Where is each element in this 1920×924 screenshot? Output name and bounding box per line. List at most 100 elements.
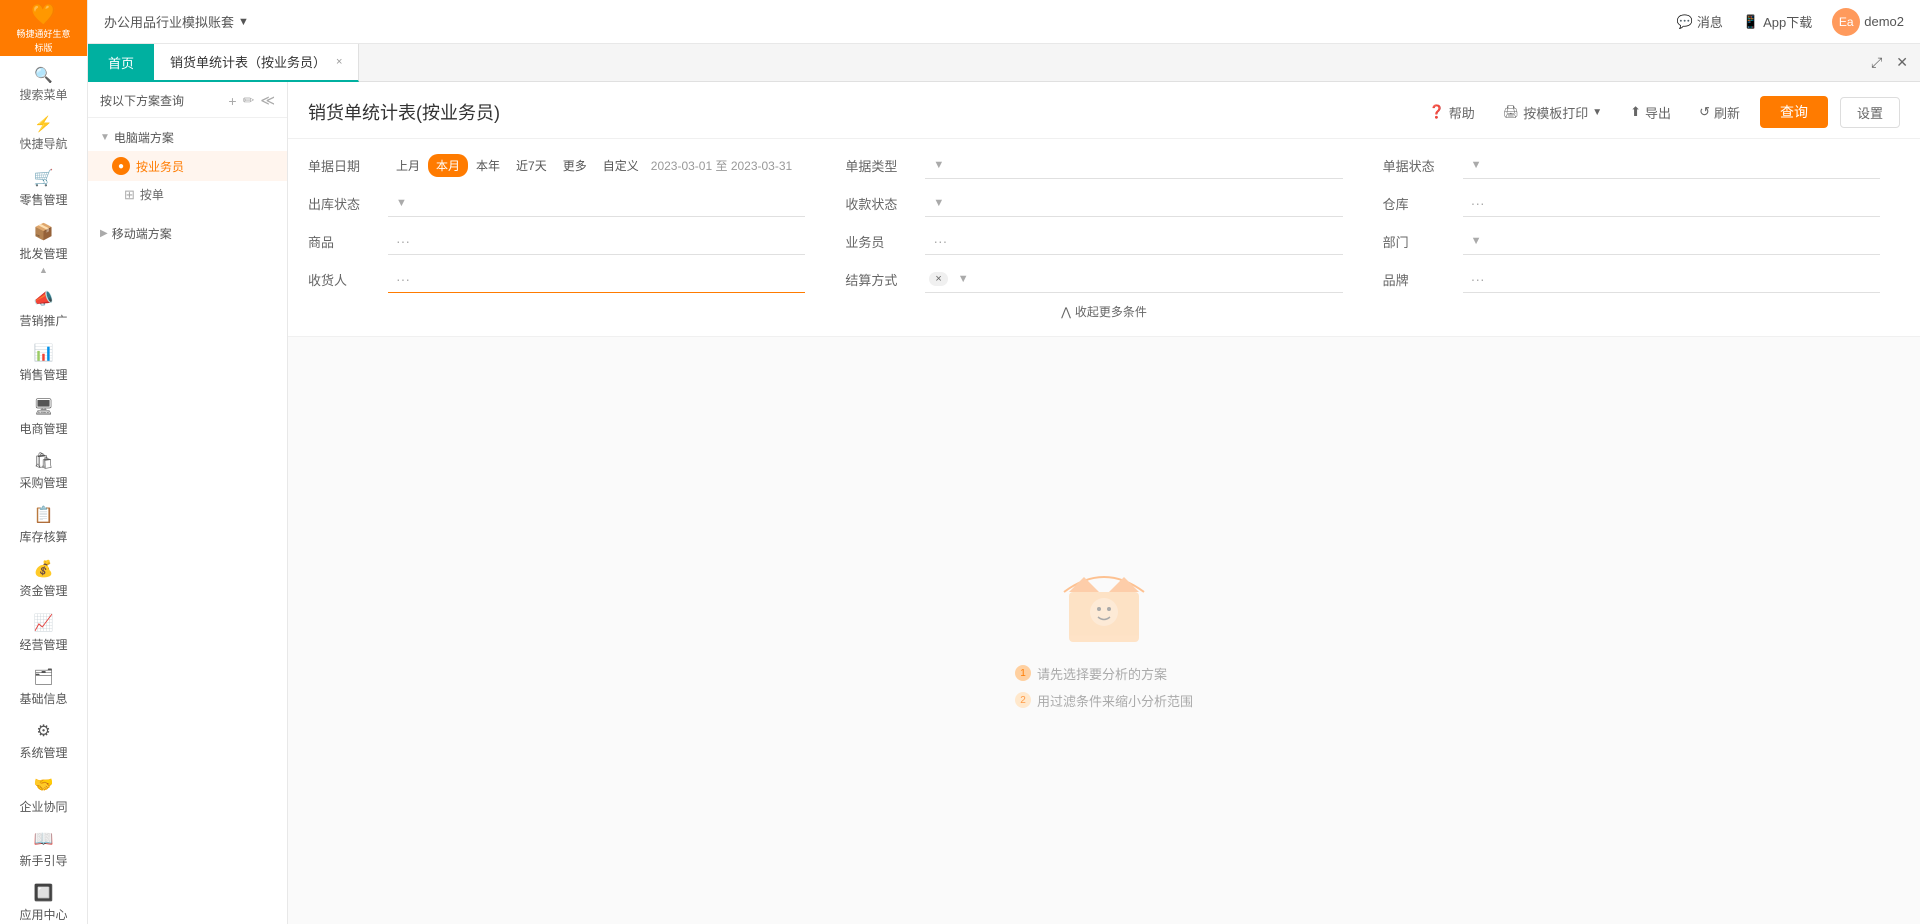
docstatus-control[interactable]: ▼ (1463, 151, 1880, 179)
date-label: 单据日期 (308, 156, 388, 175)
sidebar-item-marketing[interactable]: 📣 营销推广 (0, 281, 87, 335)
collapse-btn[interactable]: ⋀ 收起更多条件 (308, 303, 1900, 320)
payment-control[interactable]: × ▼ (925, 265, 1342, 293)
user-menu[interactable]: Ea demo2 (1832, 8, 1904, 36)
salesperson-dots[interactable]: ··· (933, 233, 947, 249)
warehouse-dots[interactable]: ··· (1471, 195, 1485, 211)
date-this-month[interactable]: 本月 (428, 154, 468, 177)
collapse-arrow: ⋀ (1061, 305, 1071, 319)
plan-sub-item-order[interactable]: ⊞ 按单 (88, 181, 287, 208)
wholesale-icon: 📦 (34, 222, 54, 242)
message-label: 消息 (1697, 12, 1723, 31)
filter-cell-goods: 商品 ··· (308, 227, 825, 255)
doctype-control[interactable]: ▼ (925, 151, 1342, 179)
export-label: 导出 (1645, 103, 1671, 122)
date-7days[interactable]: 近7天 (508, 154, 555, 177)
system-icon: ⚙ (36, 721, 50, 741)
sidebar-item-apps[interactable]: 🔲 应用中心 (0, 875, 87, 924)
goods-control[interactable]: ··· (388, 227, 805, 255)
sidebar-item-wholesale-label: 批发管理 (19, 245, 67, 262)
sidebar-item-ecommerce[interactable]: 🖥 电商管理 (0, 389, 87, 443)
collapse-panel-btn[interactable]: ≪ (260, 92, 275, 109)
sidebar-item-cooperation[interactable]: 🤝 企业协同 (0, 767, 87, 821)
sidebar-nav[interactable]: ⚡ 快捷导航 (0, 109, 87, 156)
left-panel-header: 按以下方案查询 + ✏ ≪ (88, 82, 287, 118)
date-last-month[interactable]: 上月 (388, 154, 428, 177)
home-tab-label: 首页 (108, 53, 134, 72)
date-filter: 上月 本月 本年 近7天 更多 自定义 2023-03-01 至 2023-03… (388, 154, 805, 177)
receiptstatus-control[interactable]: ▼ (925, 189, 1342, 217)
tab-active[interactable]: 销货单统计表（按业务员） × (154, 44, 359, 82)
mobile-section-header[interactable]: ▶ 移动端方案 (88, 220, 287, 247)
avatar: Ea (1832, 8, 1860, 36)
warehouse-control[interactable]: ··· (1463, 189, 1880, 217)
search-icon: 🔍 (34, 66, 53, 84)
sidebar-item-operation[interactable]: 📈 经营管理 (0, 605, 87, 659)
brand-dots[interactable]: ··· (1471, 271, 1485, 287)
export-btn[interactable]: ⬆ 导出 (1622, 99, 1679, 126)
refresh-btn[interactable]: ↺ 刷新 (1691, 99, 1748, 126)
sidebar-item-ecommerce-label: 电商管理 (19, 420, 67, 437)
sidebar-search[interactable]: 🔍 搜索菜单 (0, 56, 87, 109)
main-area: 办公用品行业模拟账套 ▼ 💬 消息 📱 App下载 Ea demo2 首页 销货… (88, 0, 1920, 924)
filter-row-3: 商品 ··· 业务员 ··· (308, 227, 1900, 255)
inventory-icon: 📋 (34, 505, 54, 525)
settings-button[interactable]: 设置 (1840, 97, 1900, 128)
sidebar-logo[interactable]: 🧡 畅捷通好生意 标版 (0, 0, 88, 56)
tip-text-2: 用过滤条件来缩小分析范围 (1037, 691, 1193, 710)
receiptstatus-label: 收款状态 (845, 194, 925, 213)
sidebar-item-retail[interactable]: 🛒 零售管理 (0, 160, 87, 214)
consignee-dots[interactable]: ··· (396, 271, 410, 287)
guide-icon: 📖 (34, 829, 54, 849)
edit-plan-btn[interactable]: ✏ (243, 92, 255, 109)
dept-arrow: ▼ (1471, 235, 1482, 247)
sidebar-item-guide[interactable]: 📖 新手引导 (0, 821, 87, 875)
tab-expand-btn[interactable]: ⤢ (1867, 52, 1886, 73)
sidebar-item-cooperation-label: 企业协同 (19, 798, 67, 815)
salesperson-control[interactable]: ··· (925, 227, 1342, 255)
sidebar-item-apps-label: 应用中心 (19, 906, 67, 923)
print-btn[interactable]: 🖨 按模板打印 ▼ (1495, 99, 1610, 126)
payment-tag[interactable]: × (929, 272, 947, 286)
logo-subtext: 标版 (34, 41, 52, 54)
filter-cell-doctype: 单据类型 ▼ (845, 151, 1362, 179)
sidebar-item-wholesale[interactable]: 📦 批发管理 ▲ (0, 214, 87, 281)
tip-item-1: 1 请先选择要分析的方案 (1015, 664, 1193, 683)
consignee-control[interactable]: ··· (388, 265, 805, 293)
sidebar-item-basic[interactable]: 🗂 基础信息 (0, 659, 87, 713)
app-download-btn[interactable]: 📱 App下载 (1743, 12, 1812, 31)
purchase-icon: 🛍 (33, 451, 53, 471)
sidebar-item-inventory[interactable]: 📋 库存核算 (0, 497, 87, 551)
consignee-label: 收货人 (308, 270, 388, 289)
message-btn[interactable]: 💬 消息 (1677, 12, 1723, 31)
outstatus-control[interactable]: ▼ (388, 189, 805, 217)
sidebar-item-purchase[interactable]: 🛍 采购管理 (0, 443, 87, 497)
help-btn[interactable]: ❓ 帮助 (1421, 99, 1483, 126)
plan-item-salesperson[interactable]: ● 按业务员 (88, 151, 287, 181)
plan-sub-label: 按单 (140, 186, 164, 203)
tab-close-all-btn[interactable]: ✕ (1892, 52, 1912, 73)
desktop-section-header[interactable]: ▼ 电脑端方案 (88, 124, 287, 151)
tab-home[interactable]: 首页 (88, 44, 154, 82)
date-custom[interactable]: 自定义 (595, 154, 647, 177)
date-this-year[interactable]: 本年 (468, 154, 508, 177)
dept-control[interactable]: ▼ (1463, 227, 1880, 255)
add-plan-btn[interactable]: + (228, 93, 236, 109)
sidebar-item-guide-label: 新手引导 (19, 852, 67, 869)
receiptstatus-arrow: ▼ (933, 197, 944, 209)
header-tenant-selector[interactable]: 办公用品行业模拟账套 ▼ (104, 12, 249, 31)
sidebar-item-finance[interactable]: 💰 资金管理 (0, 551, 87, 605)
message-icon: 💬 (1677, 14, 1693, 30)
date-more[interactable]: 更多 (555, 154, 595, 177)
brand-label: 品牌 (1383, 270, 1463, 289)
header-right: 💬 消息 📱 App下载 Ea demo2 (1677, 8, 1904, 36)
query-button[interactable]: 查询 (1760, 96, 1828, 128)
goods-dots[interactable]: ··· (396, 233, 410, 249)
marketing-icon: 📣 (34, 289, 54, 309)
plan-sub-icon: ⊞ (124, 187, 135, 203)
tab-close-btn[interactable]: × (336, 56, 342, 68)
doctype-label: 单据类型 (845, 156, 925, 175)
sidebar-item-system[interactable]: ⚙ 系统管理 (0, 713, 87, 767)
sidebar-item-sales[interactable]: 📊 销售管理 (0, 335, 87, 389)
brand-control[interactable]: ··· (1463, 265, 1880, 293)
